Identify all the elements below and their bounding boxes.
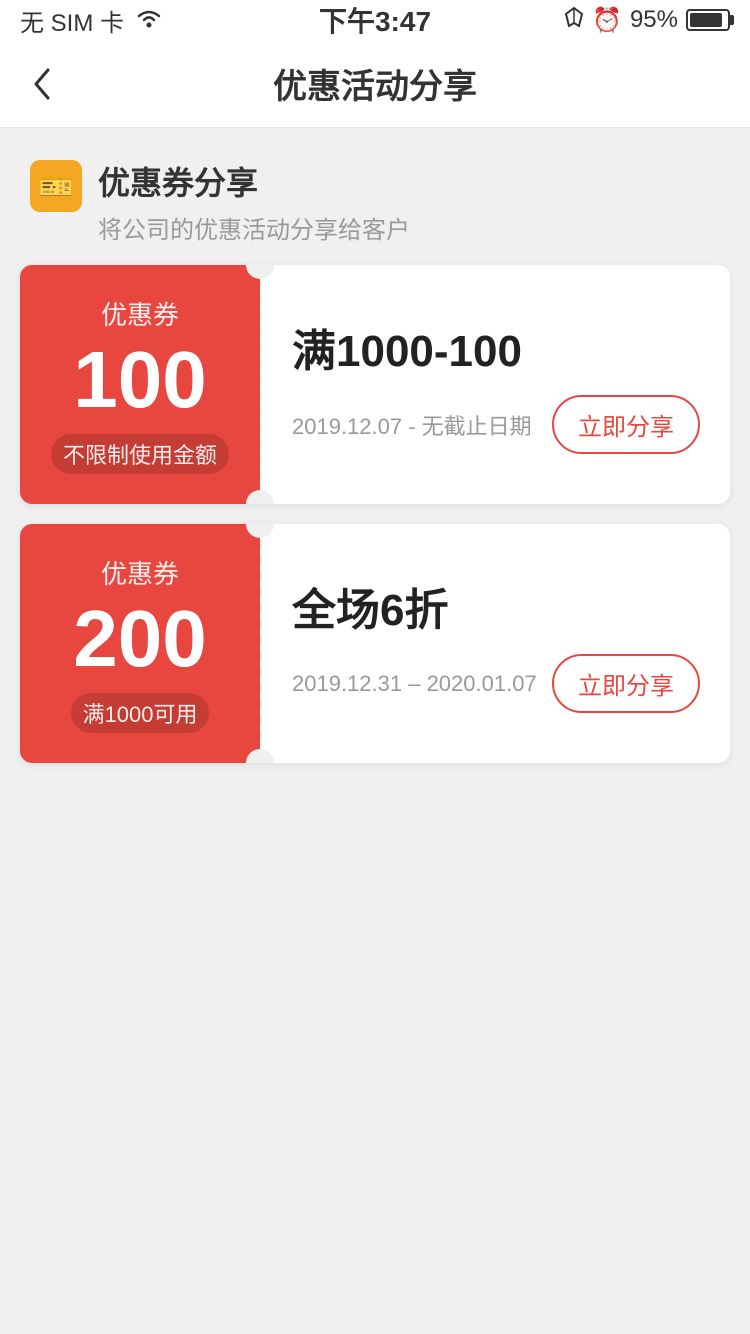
coupon-right-panel: 满1000-100 2019.12.07 - 无截止日期 立即分享: [262, 265, 730, 504]
coupon-value: 200: [73, 599, 206, 679]
coupon-right-panel: 全场6折 2019.12.31 – 2020.01.07 立即分享: [262, 524, 730, 763]
section-subtitle: 将公司的优惠活动分享给客户: [98, 210, 410, 245]
section-header: 🎫 优惠券分享 将公司的优惠活动分享给客户: [0, 128, 750, 265]
status-right: ⏰ 95%: [564, 6, 730, 35]
status-left: 无 SIM 卡: [20, 3, 164, 38]
coupon-left-panel: 优惠券 200 满1000可用: [20, 524, 260, 763]
coupon-bottom: 2019.12.07 - 无截止日期 立即分享: [292, 395, 700, 454]
battery-text: 95%: [630, 6, 678, 34]
location-icon: [564, 6, 584, 35]
bottom-area: [0, 783, 750, 1283]
carrier-text: 无 SIM 卡: [20, 3, 124, 38]
page-title: 优惠活动分享: [273, 59, 477, 108]
coupon-date: 2019.12.31 – 2020.01.07: [292, 671, 537, 697]
coupon-value: 100: [73, 340, 206, 420]
battery-icon: [686, 9, 730, 31]
wifi-icon: [134, 6, 164, 35]
coupon-date: 2019.12.07 - 无截止日期: [292, 409, 532, 441]
coupon-condition: 满1000可用: [71, 693, 210, 733]
coupon-title: 满1000-100: [292, 315, 700, 379]
coupon-list: 优惠券 100 不限制使用金额 满1000-100 2019.12.07 - 无…: [0, 265, 750, 783]
coupon-condition: 不限制使用金额: [51, 434, 229, 474]
coupon-label: 优惠券: [101, 554, 179, 591]
status-time: 下午3:47: [319, 0, 431, 40]
back-button[interactable]: [30, 64, 54, 104]
section-text: 优惠券分享 将公司的优惠活动分享给客户: [98, 158, 410, 245]
coupon-title: 全场6折: [292, 574, 700, 638]
coupon-label: 优惠券: [101, 295, 179, 332]
coupon-card: 优惠券 200 满1000可用 全场6折 2019.12.31 – 2020.0…: [20, 524, 730, 763]
coupon-left-panel: 优惠券 100 不限制使用金额: [20, 265, 260, 504]
status-bar: 无 SIM 卡 下午3:47 ⏰ 95%: [0, 0, 750, 40]
share-button[interactable]: 立即分享: [552, 654, 700, 713]
coupon-card: 优惠券 100 不限制使用金额 满1000-100 2019.12.07 - 无…: [20, 265, 730, 504]
nav-bar: 优惠活动分享: [0, 40, 750, 128]
share-button[interactable]: 立即分享: [552, 395, 700, 454]
section-icon: 🎫: [30, 160, 82, 212]
coupon-icon: 🎫: [39, 170, 74, 203]
section-title: 优惠券分享: [98, 158, 410, 204]
alarm-icon: ⏰: [592, 6, 622, 35]
coupon-bottom: 2019.12.31 – 2020.01.07 立即分享: [292, 654, 700, 713]
